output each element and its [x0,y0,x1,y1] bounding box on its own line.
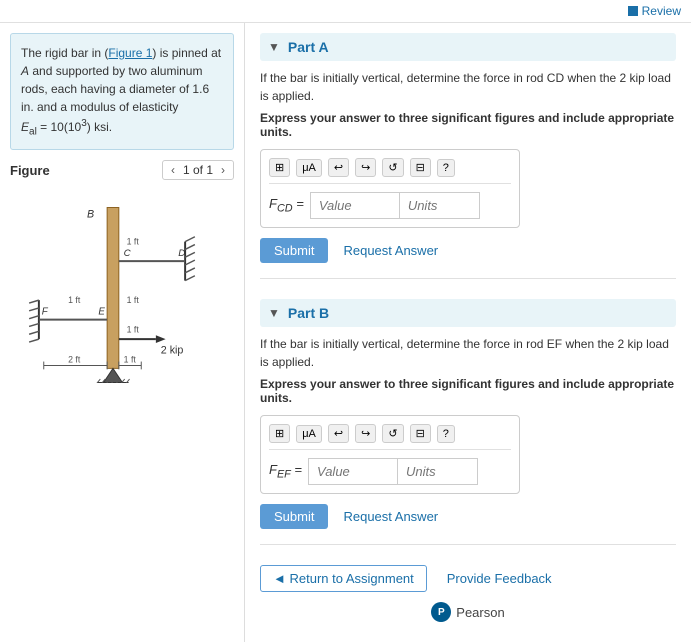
part-b-toolbar-redo-btn[interactable]: ↪ [355,424,376,443]
svg-text:2 ft: 2 ft [68,355,81,365]
mu-icon: μA [302,162,316,174]
part-b-redo-icon: ↪ [361,427,370,440]
part-b-toolbar-undo-btn[interactable]: ↩ [328,424,349,443]
toolbar-mu-btn[interactable]: μA [296,159,322,177]
help-icon: ? [443,162,449,174]
part-a-actions: Submit Request Answer [260,238,676,263]
part-b-answer-box: ⊞ μA ↩ ↪ ↺ [260,415,520,494]
part-b-content: If the bar is initially vertical, determ… [260,335,676,529]
part-b-mu-icon: μA [302,428,316,440]
figure-diagram: A B C [12,188,232,388]
diagram-svg: A B C [12,188,212,383]
problem-formula: Eal = 10(103) ksi. [21,120,112,134]
toolbar-refresh-btn[interactable]: ↺ [382,158,403,177]
part-b-collapse[interactable]: ▼ [268,306,280,320]
toolbar-minus-btn[interactable]: ⊟ [410,158,431,177]
review-icon [628,6,638,16]
part-a-header: ▼ Part A [260,33,676,61]
pearson-label: Pearson [456,605,504,620]
part-a-section: ▼ Part A If the bar is initially vertica… [260,33,676,279]
review-link[interactable]: Review [628,4,681,18]
part-b-section: ▼ Part B If the bar is initially vertica… [260,299,676,545]
part-b-input-row: FEF = [269,458,511,485]
refresh-icon: ↺ [388,161,397,174]
part-b-actions: Submit Request Answer [260,504,676,529]
figure-nav: ‹ 1 of 1 › [162,160,234,180]
part-b-toolbar-grid-btn[interactable]: ⊞ [269,424,290,443]
part-b-title: Part B [288,305,329,321]
part-a-content: If the bar is initially vertical, determ… [260,69,676,263]
svg-text:C: C [124,249,132,260]
figure-nav-label: 1 of 1 [183,163,213,177]
return-button[interactable]: ◄ Return to Assignment [260,565,427,592]
svg-text:B: B [87,209,94,221]
part-b-minus-icon: ⊟ [416,427,425,440]
svg-text:1 ft: 1 ft [127,237,140,247]
part-a-collapse[interactable]: ▼ [268,40,280,54]
undo-icon: ↩ [334,161,343,174]
svg-text:1 ft: 1 ft [124,355,137,365]
part-a-units-input[interactable] [400,192,480,219]
figure-title: Figure [10,163,50,178]
part-b-toolbar-refresh-btn[interactable]: ↺ [382,424,403,443]
svg-text:E: E [98,307,105,318]
part-b-units-input[interactable] [398,458,478,485]
part-b-toolbar: ⊞ μA ↩ ↪ ↺ [269,424,511,450]
part-b-refresh-icon: ↺ [388,427,397,440]
pearson-footer: P Pearson [260,592,676,632]
next-figure-button[interactable]: › [219,163,227,177]
part-b-equation-label: FEF = [269,462,302,481]
pearson-logo: P Pearson [270,602,666,622]
part-b-toolbar-mu-btn[interactable]: μA [296,425,322,443]
part-a-value-input[interactable] [310,192,400,219]
figure-section: Figure ‹ 1 of 1 › [10,160,234,388]
part-a-question: If the bar is initially vertical, determ… [260,69,676,105]
toolbar-grid-btn[interactable]: ⊞ [269,158,290,177]
part-b-submit-button[interactable]: Submit [260,504,328,529]
part-b-help-icon: ? [443,428,449,440]
part-b-grid-icon: ⊞ [275,427,284,440]
figure-link[interactable]: Figure 1 [108,46,152,60]
grid-icon: ⊞ [275,161,284,174]
part-b-request-link[interactable]: Request Answer [343,509,438,524]
bottom-actions: ◄ Return to Assignment Provide Feedback [260,565,676,592]
part-b-undo-icon: ↩ [334,427,343,440]
left-panel: The rigid bar in (Figure 1) is pinned at… [0,23,245,642]
part-a-toolbar: ⊞ μA ↩ ↪ ↺ [269,158,511,184]
review-label: Review [642,4,681,18]
problem-text-content: The rigid bar in (Figure 1) is pinned at… [21,46,221,114]
part-b-value-input[interactable] [308,458,398,485]
part-b-header: ▼ Part B [260,299,676,327]
part-a-input-row: FCD = [269,192,511,219]
minus-icon: ⊟ [416,161,425,174]
part-b-question: If the bar is initially vertical, determ… [260,335,676,371]
toolbar-help-btn[interactable]: ? [437,159,455,177]
part-b-toolbar-help-btn[interactable]: ? [437,425,455,443]
feedback-link[interactable]: Provide Feedback [447,571,552,586]
svg-text:D: D [178,249,185,260]
part-a-request-link[interactable]: Request Answer [343,243,438,258]
redo-icon: ↪ [361,161,370,174]
part-a-express: Express your answer to three significant… [260,111,676,139]
toolbar-redo-btn[interactable]: ↪ [355,158,376,177]
right-panel: ▼ Part A If the bar is initially vertica… [245,23,691,642]
problem-statement: The rigid bar in (Figure 1) is pinned at… [10,33,234,150]
part-a-equation-label: FCD = [269,196,304,215]
prev-figure-button[interactable]: ‹ [169,163,177,177]
part-a-answer-box: ⊞ μA ↩ ↪ ↺ [260,149,520,228]
part-b-express: Express your answer to three significant… [260,377,676,405]
svg-text:1 ft: 1 ft [127,295,140,305]
part-b-toolbar-minus-btn[interactable]: ⊟ [410,424,431,443]
toolbar-undo-btn[interactable]: ↩ [328,158,349,177]
figure-header: Figure ‹ 1 of 1 › [10,160,234,180]
svg-text:1 ft: 1 ft [127,325,140,335]
part-a-title: Part A [288,39,329,55]
pearson-icon: P [431,602,451,622]
svg-text:1 ft: 1 ft [68,295,81,305]
svg-text:2 kip: 2 kip [161,345,184,357]
part-a-submit-button[interactable]: Submit [260,238,328,263]
svg-text:F: F [42,307,49,318]
